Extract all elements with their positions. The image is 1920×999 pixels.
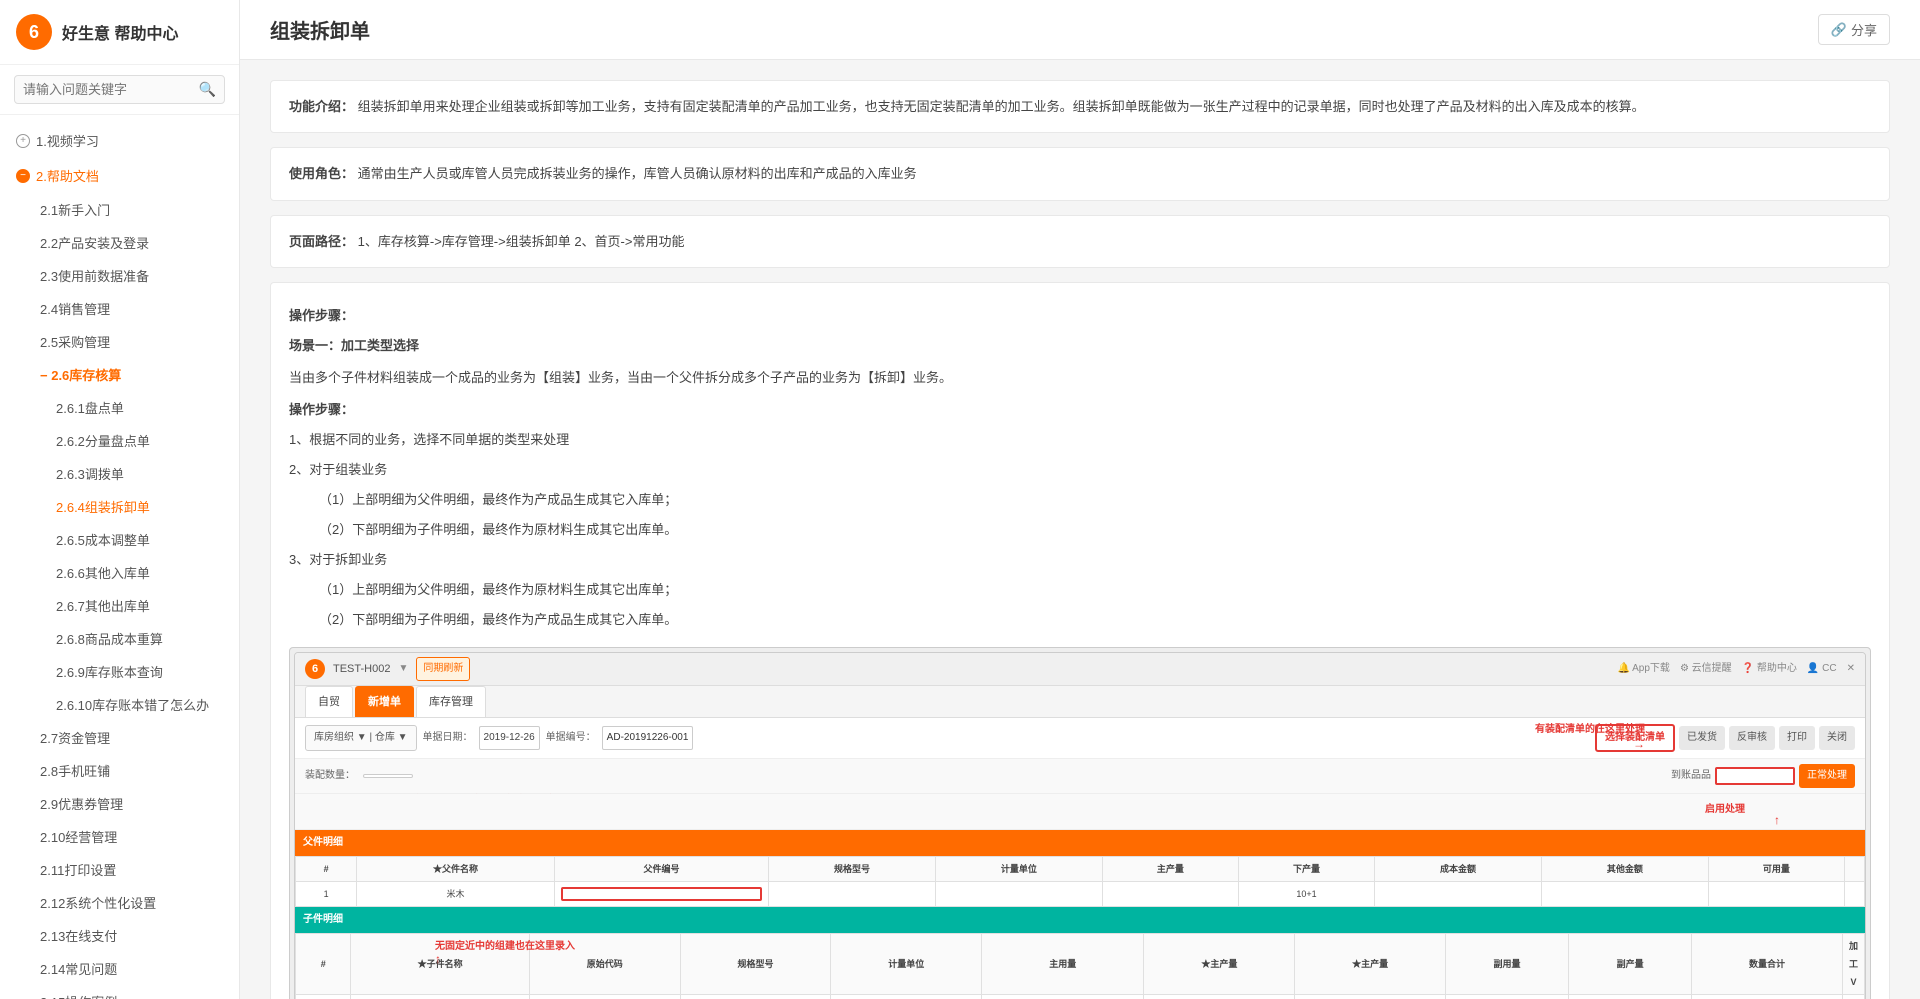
sidebar: 6 好生意 帮助中心 🔍 + 1.视频学习 − 2.帮助文档 2.1新手入门 2… bbox=[0, 0, 240, 999]
role-block: 使用角色： 通常由生产人员或库管人员完成拆装业务的操作，库管人员确认原材料的出库… bbox=[270, 147, 1890, 200]
ss-btn-close[interactable]: 关闭 bbox=[1819, 726, 1855, 750]
sidebar-item-268[interactable]: 2.6.8商品成本重算 bbox=[0, 622, 239, 655]
ss-tab-zizhi[interactable]: 自贸 bbox=[305, 686, 353, 717]
screenshot-inner: 6 TEST-H002 ▼ 同期刷新 🔔 App下载 ⚙ 云信提醒 ❓ 帮助中心… bbox=[290, 648, 1870, 999]
path-text: 1、库存核算->库存管理->组装拆卸单 2、首页->常用功能 bbox=[358, 234, 685, 249]
sidebar-item-261[interactable]: 2.6.1盘点单 bbox=[0, 391, 239, 424]
ops-steps-title: 操作步骤： bbox=[289, 402, 354, 417]
share-button[interactable]: 🔗 分享 bbox=[1818, 14, 1890, 45]
sidebar-item-label: 1.视频学习 bbox=[36, 131, 99, 150]
page-title: 组装拆卸单 bbox=[270, 15, 370, 44]
annotation3-arrow: ↑ bbox=[435, 947, 441, 971]
ss-btn-fh[interactable]: 已发货 bbox=[1679, 726, 1725, 750]
sidebar-item-docs[interactable]: − 2.帮助文档 bbox=[0, 158, 239, 193]
sidebar-item-label: 2.帮助文档 bbox=[36, 166, 99, 185]
app-logo-text: 好生意 帮助中心 bbox=[62, 20, 178, 44]
ss-tab-new[interactable]: 新增单 bbox=[355, 686, 414, 717]
sidebar-item-27[interactable]: 2.7资金管理 bbox=[0, 721, 239, 754]
expand-icon: + bbox=[16, 134, 30, 148]
collapse-icon: − bbox=[16, 169, 30, 183]
content-area: 功能介绍： 组装拆卸单用来处理企业组装或拆卸等加工业务，支持有固定装配清单的产品… bbox=[240, 60, 1920, 999]
sidebar-item-28[interactable]: 2.8手机旺铺 bbox=[0, 754, 239, 787]
path-label: 页面路径： bbox=[289, 234, 354, 249]
step2: 2、对于组装业务 bbox=[289, 457, 1871, 483]
sidebar-item-262[interactable]: 2.6.2分量盘点单 bbox=[0, 424, 239, 457]
table-row: 1 米木 10+1 bbox=[296, 882, 1865, 907]
ss-topbar-id: TEST-H002 bbox=[333, 658, 390, 680]
ops-title: 操作步骤： bbox=[289, 308, 354, 323]
sidebar-item-264[interactable]: 2.6.4组装拆卸单 bbox=[0, 490, 239, 523]
table-row: 1 概1 （合 +2） 30.00 100 0.00 bbox=[296, 995, 1865, 999]
ss-partno-field[interactable] bbox=[561, 887, 762, 901]
intro-label: 功能介绍： bbox=[289, 99, 354, 114]
sidebar-nav: + 1.视频学习 − 2.帮助文档 2.1新手入门 2.2产品安装及登录 2.3… bbox=[0, 115, 239, 999]
sidebar-item-211[interactable]: 2.11打印设置 bbox=[0, 853, 239, 886]
sidebar-item-265[interactable]: 2.6.5成本调整单 bbox=[0, 523, 239, 556]
sidebar-item-214[interactable]: 2.14常见问题 bbox=[0, 952, 239, 985]
step2-1: （1）上部明细为父件明细，最终作为产成品生成其它入库单； bbox=[289, 487, 1871, 513]
ss-date[interactable]: 2019-12-26 bbox=[479, 726, 540, 750]
ss-parent-table: # ★父件名称 父件编号 规格型号 计量单位 主产量 下产量 成本金额 其他金额 bbox=[295, 856, 1865, 907]
sidebar-item-213[interactable]: 2.13在线支付 bbox=[0, 919, 239, 952]
search-icon[interactable]: 🔍 bbox=[199, 81, 216, 98]
ss-account-field[interactable] bbox=[1715, 767, 1795, 785]
page-header: 组装拆卸单 🔗 分享 bbox=[240, 0, 1920, 60]
sidebar-item-22[interactable]: 2.2产品安装及登录 bbox=[0, 226, 239, 259]
ss-btn-print[interactable]: 打印 bbox=[1779, 726, 1815, 750]
annotation3: 无固定近中的组建也在这里录入 bbox=[435, 937, 575, 957]
intro-text: 组装拆卸单用来处理企业组装或拆卸等加工业务，支持有固定装配清单的产品加工业务，也… bbox=[358, 99, 1645, 114]
steps-block: 操作步骤： 场景一：加工类型选择 当由多个子件材料组装成一个成品的业务为【组装】… bbox=[270, 282, 1890, 999]
ss-tab-inv[interactable]: 库存管理 bbox=[416, 686, 486, 717]
ss-type-select[interactable]: 库房组织 ▼ | 仓库 ▼ bbox=[305, 725, 417, 751]
sidebar-item-video[interactable]: + 1.视频学习 bbox=[0, 123, 239, 158]
sidebar-item-21[interactable]: 2.1新手入门 bbox=[0, 193, 239, 226]
sidebar-item-26[interactable]: − 2.6库存核算 bbox=[0, 358, 239, 391]
sidebar-item-24[interactable]: 2.4销售管理 bbox=[0, 292, 239, 325]
step3-1: （1）上部明细为父件明细，最终作为原材料生成其它出库单； bbox=[289, 577, 1871, 603]
ss-doc-no[interactable]: AD-20191226-001 bbox=[602, 726, 694, 750]
ss-qty-field[interactable] bbox=[363, 774, 413, 778]
ss-refresh-btn[interactable]: 同期刷新 bbox=[416, 657, 470, 681]
ss-normal-btn[interactable]: 正常处理 bbox=[1799, 764, 1855, 788]
scene1-desc: 当由多个子件材料组装成一个成品的业务为【组装】业务，当由一个父件拆分成多个子产品… bbox=[289, 365, 1871, 391]
main-content: 组装拆卸单 🔗 分享 功能介绍： 组装拆卸单用来处理企业组装或拆卸等加工业务，支… bbox=[240, 0, 1920, 999]
sidebar-item-212[interactable]: 2.12系统个性化设置 bbox=[0, 886, 239, 919]
annotation1: 有装配清单的在这里处理 bbox=[1535, 720, 1645, 740]
sidebar-item-266[interactable]: 2.6.6其他入库单 bbox=[0, 556, 239, 589]
screenshot-area: 6 TEST-H002 ▼ 同期刷新 🔔 App下载 ⚙ 云信提醒 ❓ 帮助中心… bbox=[289, 647, 1871, 999]
sidebar-item-263[interactable]: 2.6.3调拨单 bbox=[0, 457, 239, 490]
search-input[interactable] bbox=[23, 82, 199, 97]
annotation2-arrow: ↑ bbox=[1774, 808, 1780, 832]
sidebar-item-269[interactable]: 2.6.9库存账本查询 bbox=[0, 655, 239, 688]
search-box[interactable]: 🔍 bbox=[14, 75, 225, 104]
ss-child-header: 子件明细 无固定近中的组建也在这里录入 ↑ bbox=[295, 907, 1865, 933]
share-icon: 🔗 bbox=[1831, 22, 1847, 38]
app-logo-icon: 6 bbox=[16, 14, 52, 50]
sidebar-item-215[interactable]: 2.15操作案例 bbox=[0, 985, 239, 999]
sidebar-item-25[interactable]: 2.5采购管理 bbox=[0, 325, 239, 358]
sidebar-item-210[interactable]: 2.10经营管理 bbox=[0, 820, 239, 853]
ss-btn-fshen[interactable]: 反审核 bbox=[1729, 726, 1775, 750]
annotation2: 启用处理 bbox=[1705, 800, 1745, 820]
annotation1-arrow: → bbox=[1633, 732, 1645, 756]
role-label: 使用角色： bbox=[289, 166, 354, 181]
sidebar-item-267[interactable]: 2.6.7其他出库单 bbox=[0, 589, 239, 622]
sidebar-item-23[interactable]: 2.3使用前数据准备 bbox=[0, 259, 239, 292]
step3-2: （2）下部明细为子件明细，最终作为产成品生成其它入库单。 bbox=[289, 607, 1871, 633]
step3: 3、对于拆卸业务 bbox=[289, 547, 1871, 573]
sidebar-item-2610[interactable]: 2.6.10库存账本错了怎么办 bbox=[0, 688, 239, 721]
step2-2: （2）下部明细为子件明细，最终作为原材料生成其它出库单。 bbox=[289, 517, 1871, 543]
intro-block: 功能介绍： 组装拆卸单用来处理企业组装或拆卸等加工业务，支持有固定装配清单的产品… bbox=[270, 80, 1890, 133]
role-text: 通常由生产人员或库管人员完成拆装业务的操作，库管人员确认原材料的出库和产成品的入… bbox=[358, 166, 917, 181]
ss-logo: 6 bbox=[305, 659, 325, 679]
scene1-title: 场景一：加工类型选择 bbox=[289, 338, 419, 353]
step1: 1、根据不同的业务，选择不同单据的类型来处理 bbox=[289, 427, 1871, 453]
path-block: 页面路径： 1、库存核算->库存管理->组装拆卸单 2、首页->常用功能 bbox=[270, 215, 1890, 268]
search-area: 🔍 bbox=[0, 65, 239, 115]
ss-parent-header: 父件明细 bbox=[295, 830, 1865, 856]
logo-area: 6 好生意 帮助中心 bbox=[0, 0, 239, 65]
sidebar-item-29[interactable]: 2.9优惠券管理 bbox=[0, 787, 239, 820]
